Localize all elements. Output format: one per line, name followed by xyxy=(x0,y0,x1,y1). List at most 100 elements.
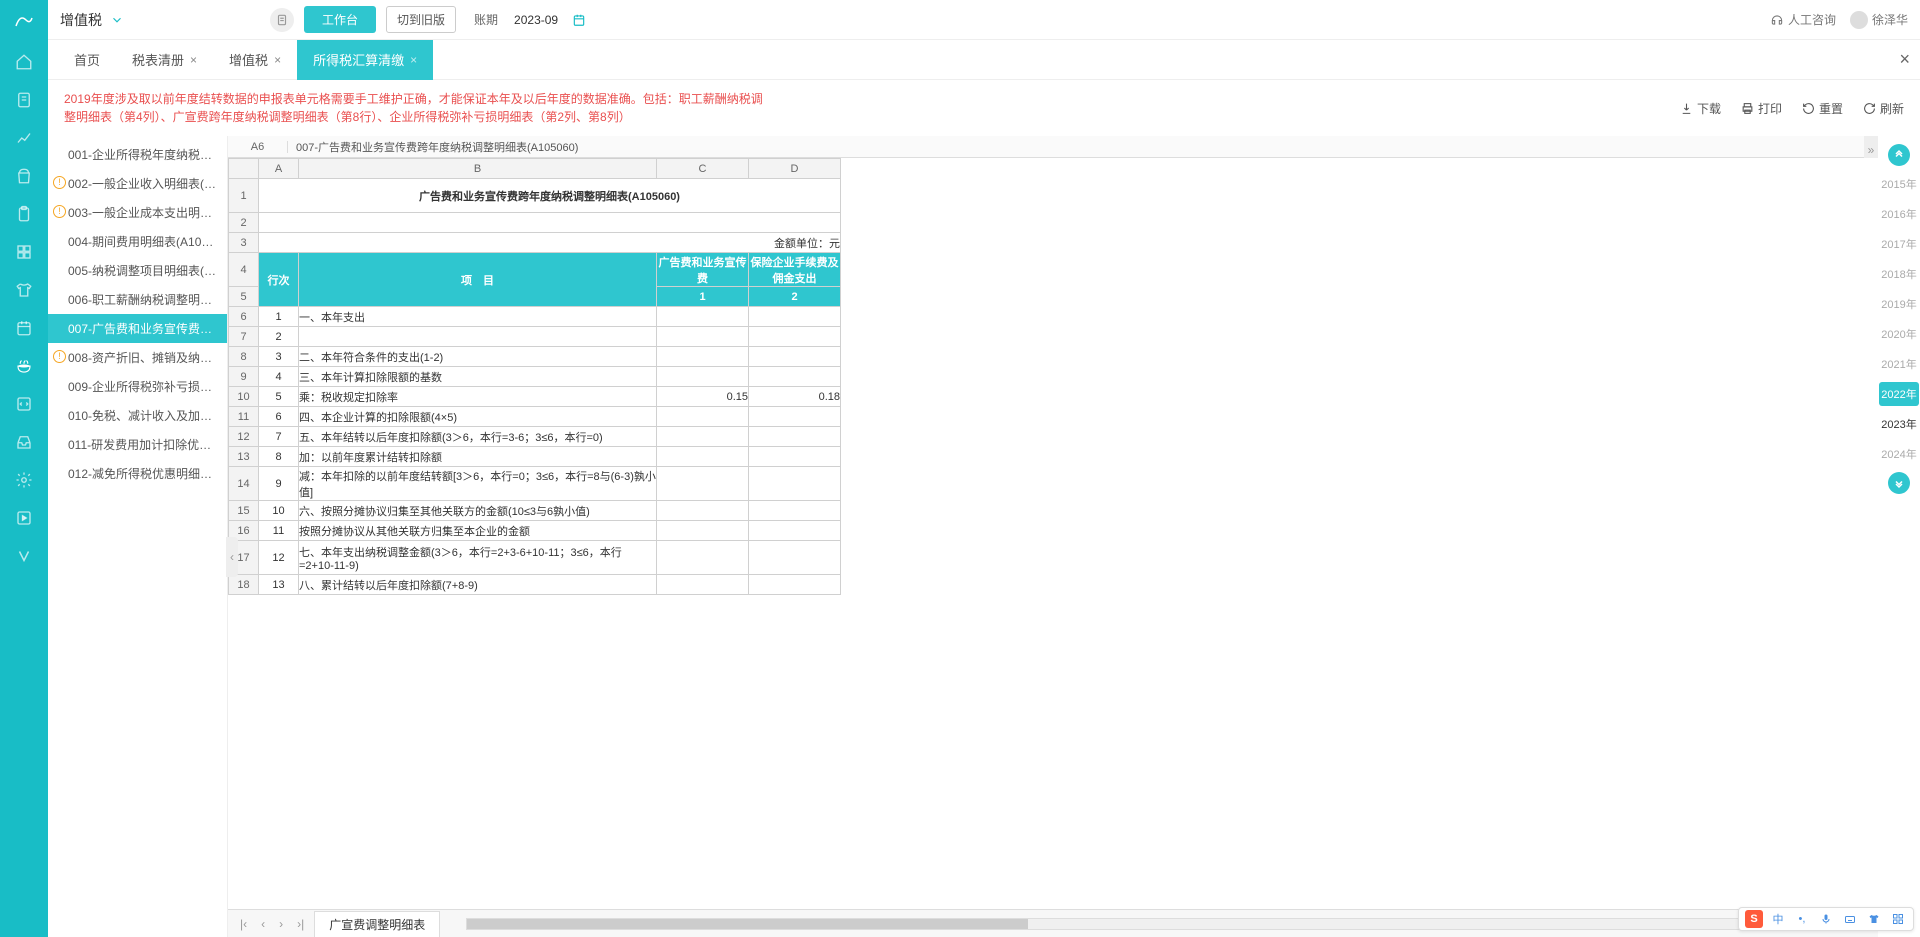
year-2015[interactable]: 2015年 xyxy=(1879,172,1918,196)
ime-logo-icon[interactable]: S xyxy=(1745,910,1763,928)
cell-c[interactable] xyxy=(657,467,749,501)
cell-d[interactable] xyxy=(749,427,841,447)
row-item[interactable]: 乘：税收规定扣除率 xyxy=(299,387,657,407)
row-item[interactable]: 减：本年扣除的以前年度结转额[3＞6，本行=0；3≤6，本行=8与(6-3)孰小… xyxy=(299,467,657,501)
row-num[interactable]: 12 xyxy=(259,541,299,575)
workbench-button[interactable]: 工作台 xyxy=(304,6,376,33)
consult-link[interactable]: 人工咨询 xyxy=(1770,11,1836,28)
nav-v-icon[interactable] xyxy=(14,546,34,566)
cell-formula[interactable]: 007-广告费和业务宣传费跨年度纳税调整明细表(A105060) xyxy=(288,139,1878,155)
nav-gear-icon[interactable] xyxy=(14,470,34,490)
row-header[interactable]: 1 xyxy=(229,179,259,213)
row-num[interactable]: 7 xyxy=(259,427,299,447)
row-num[interactable]: 8 xyxy=(259,447,299,467)
ime-skin-icon[interactable] xyxy=(1865,910,1883,928)
cell-d[interactable] xyxy=(749,447,841,467)
cell-c[interactable] xyxy=(657,347,749,367)
form-item-012[interactable]: 012-减免所得税优惠明细表(… xyxy=(48,459,227,488)
cell-d[interactable] xyxy=(749,501,841,521)
year-2024[interactable]: 2024年 xyxy=(1879,442,1918,466)
form-item-003[interactable]: 003-一般企业成本支出明细… xyxy=(48,198,227,227)
nav-home-icon[interactable] xyxy=(14,52,34,72)
row-header[interactable]: 14 xyxy=(229,467,259,501)
row-header[interactable]: 2 xyxy=(229,213,259,233)
nav-calendar-icon[interactable] xyxy=(14,318,34,338)
ime-keyboard-icon[interactable] xyxy=(1841,910,1859,928)
row-header[interactable]: 9 xyxy=(229,367,259,387)
sheet-nav-next-icon[interactable]: › xyxy=(275,917,287,931)
row-header[interactable]: 7 xyxy=(229,327,259,347)
old-version-button[interactable]: 切到旧版 xyxy=(386,6,456,33)
cell-d[interactable] xyxy=(749,521,841,541)
row-num[interactable]: 11 xyxy=(259,521,299,541)
row-item[interactable]: 按照分摊协议从其他关联方归集至本企业的金额 xyxy=(299,521,657,541)
row-header[interactable]: 8 xyxy=(229,347,259,367)
ime-tools-icon[interactable] xyxy=(1889,910,1907,928)
head-row-num[interactable]: 行次 xyxy=(259,253,299,307)
unit-label[interactable]: 金额单位：元 xyxy=(259,233,841,253)
nav-doc-icon[interactable] xyxy=(14,90,34,110)
col-header-C[interactable]: C xyxy=(657,159,749,179)
head-item[interactable]: 项 目 xyxy=(299,253,657,307)
calendar-icon[interactable] xyxy=(572,13,586,27)
row-num[interactable]: 5 xyxy=(259,387,299,407)
ime-mic-icon[interactable] xyxy=(1817,910,1835,928)
year-2016[interactable]: 2016年 xyxy=(1879,202,1918,226)
cell-d[interactable] xyxy=(749,575,841,595)
cell-d[interactable] xyxy=(749,347,841,367)
form-item-001[interactable]: 001-企业所得税年度纳税申… xyxy=(48,140,227,169)
sheet-nav-first-icon[interactable]: |‹ xyxy=(236,917,251,931)
form-item-009[interactable]: 009-企业所得税弥补亏损明… xyxy=(48,372,227,401)
cell-c[interactable] xyxy=(657,501,749,521)
row-header[interactable]: 5 xyxy=(229,287,259,307)
nav-chart-icon[interactable] xyxy=(14,128,34,148)
ime-punct-icon[interactable]: •, xyxy=(1793,910,1811,928)
close-icon[interactable]: × xyxy=(190,53,197,67)
cell-reference[interactable]: A6 xyxy=(228,141,288,153)
head-col-d[interactable]: 保险企业手续费及佣金支出 xyxy=(749,253,841,287)
reset-button[interactable]: 重置 xyxy=(1802,100,1843,117)
cell-c[interactable] xyxy=(657,307,749,327)
nav-bowl-icon[interactable] xyxy=(14,356,34,376)
row-header[interactable]: 12 xyxy=(229,427,259,447)
form-item-002[interactable]: 002-一般企业收入明细表(A… xyxy=(48,169,227,198)
year-scroll-down-icon[interactable] xyxy=(1888,472,1910,494)
row-num[interactable]: 6 xyxy=(259,407,299,427)
form-item-008[interactable]: 008-资产折旧、摊销及纳税… xyxy=(48,343,227,372)
sub-d[interactable]: 2 xyxy=(749,287,841,307)
cell-c[interactable] xyxy=(657,541,749,575)
row-item[interactable]: 三、本年计算扣除限额的基数 xyxy=(299,367,657,387)
sub-c[interactable]: 1 xyxy=(657,287,749,307)
user-menu[interactable]: 徐泽华 xyxy=(1850,11,1908,29)
col-header-A[interactable]: A xyxy=(259,159,299,179)
row-header[interactable]: 4 xyxy=(229,253,259,287)
row-item[interactable]: 五、本年结转以后年度扣除额(3＞6，本行=3-6；3≤6，本行=0) xyxy=(299,427,657,447)
ime-toolbar[interactable]: S 中 •, xyxy=(1738,907,1914,931)
row-header[interactable]: 15 xyxy=(229,501,259,521)
year-2019[interactable]: 2019年 xyxy=(1879,292,1918,316)
row-num[interactable]: 9 xyxy=(259,467,299,501)
year-2017[interactable]: 2017年 xyxy=(1879,232,1918,256)
tab-tax-list[interactable]: 税表清册× xyxy=(116,40,213,80)
row-header[interactable]: 6 xyxy=(229,307,259,327)
row-item[interactable]: 八、累计结转以后年度扣除额(7+8-9) xyxy=(299,575,657,595)
nav-grid-icon[interactable] xyxy=(14,242,34,262)
nav-inbox-icon[interactable] xyxy=(14,432,34,452)
cell-c[interactable]: 0.15 xyxy=(657,387,749,407)
form-item-007[interactable]: 007-广告费和业务宣传费跨… xyxy=(48,314,227,343)
nav-bag-icon[interactable] xyxy=(14,166,34,186)
sheet-title[interactable]: 广告费和业务宣传费跨年度纳税调整明细表(A105060) xyxy=(259,179,841,213)
year-2022[interactable]: 2022年 xyxy=(1879,382,1918,406)
close-all-tabs-icon[interactable]: × xyxy=(1899,49,1910,70)
cell-c[interactable] xyxy=(657,327,749,347)
head-col-c[interactable]: 广告费和业务宣传费 xyxy=(657,253,749,287)
row-num[interactable]: 1 xyxy=(259,307,299,327)
row-header[interactable]: 13 xyxy=(229,447,259,467)
row-header[interactable]: 11 xyxy=(229,407,259,427)
select-all-corner[interactable] xyxy=(229,159,259,179)
cell-c[interactable] xyxy=(657,575,749,595)
cell-d[interactable]: 0.18 xyxy=(749,387,841,407)
sheet-nav-prev-icon[interactable]: ‹ xyxy=(257,917,269,931)
ime-lang-icon[interactable]: 中 xyxy=(1769,910,1787,928)
year-2023[interactable]: 2023年 xyxy=(1879,412,1918,436)
